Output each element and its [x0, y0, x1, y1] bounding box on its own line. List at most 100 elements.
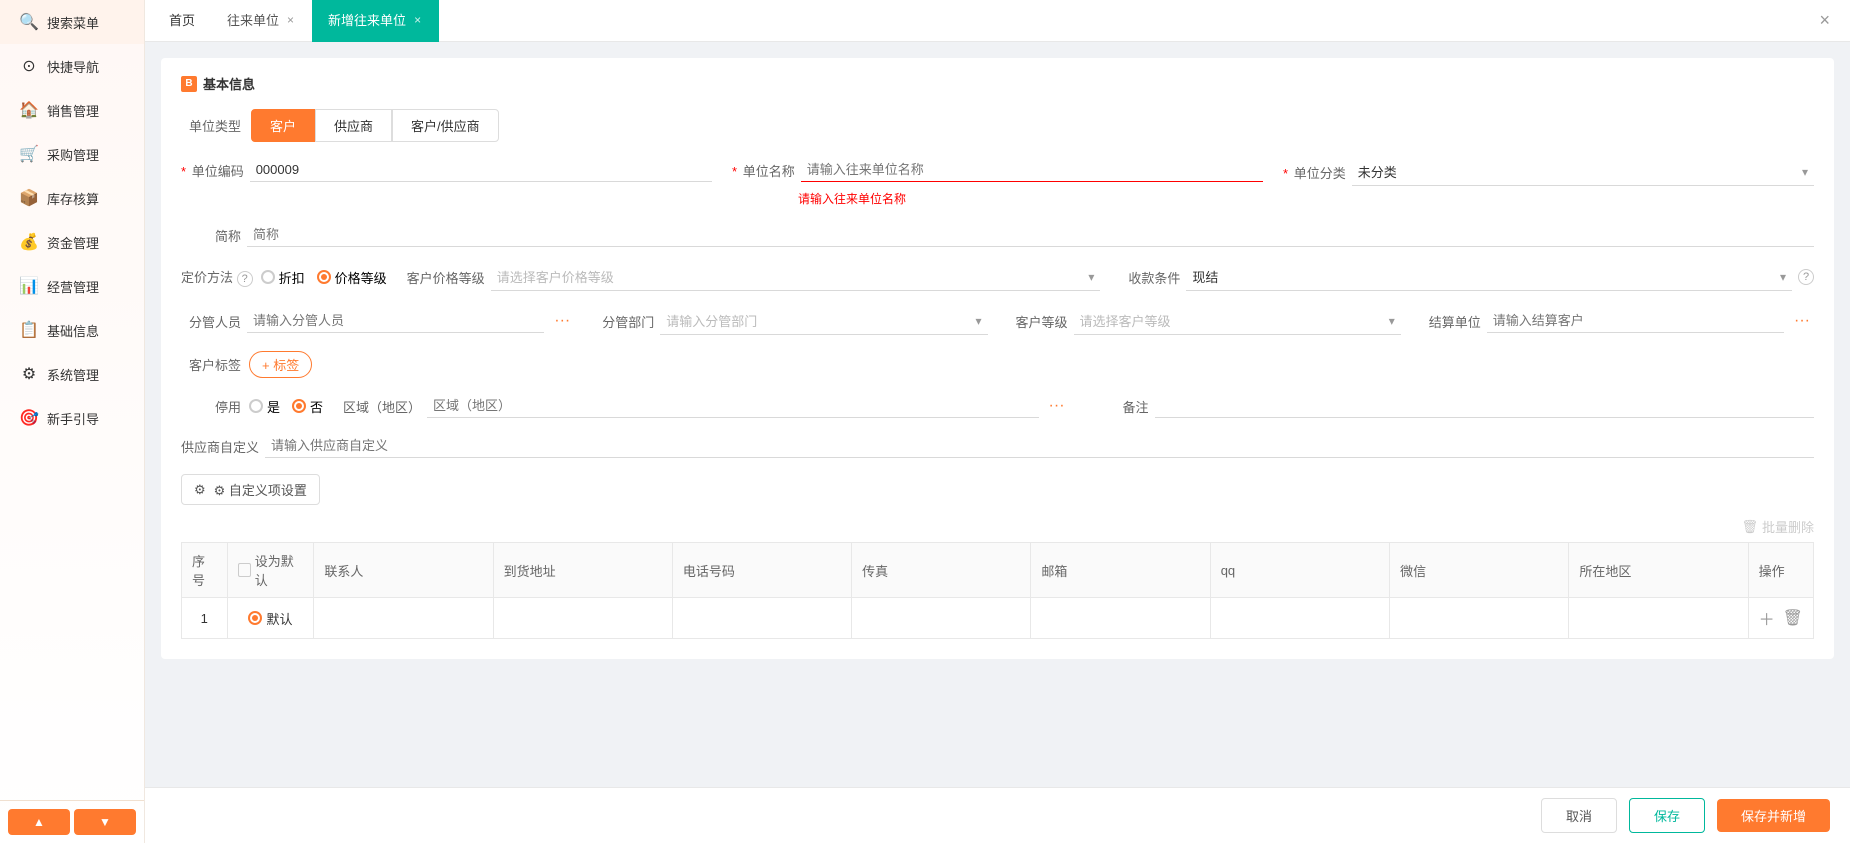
region-input[interactable] [427, 394, 1038, 418]
delete-row-button[interactable]: 🗑 [1783, 608, 1803, 628]
tab-counterparty[interactable]: 往来单位 × [211, 0, 312, 42]
cell-qq[interactable] [1210, 598, 1389, 639]
row-default-radio[interactable]: 默认 [238, 609, 304, 628]
save-button[interactable]: 保存 [1629, 798, 1705, 833]
unit-code-input[interactable] [250, 158, 712, 182]
address-input[interactable] [504, 611, 662, 626]
supplier-custom-input[interactable] [265, 434, 1814, 458]
sidebar-bottom-btn2[interactable]: ▼ [74, 809, 136, 835]
unit-category-label: * 单位分类 [1283, 163, 1346, 182]
tab-close-counterparty[interactable]: × [285, 13, 296, 27]
batch-delete-button[interactable]: 🗑 批量删除 [1741, 517, 1814, 536]
sidebar-item-finance[interactable]: 💰 资金管理 [0, 220, 144, 264]
contact-input[interactable] [324, 611, 482, 626]
sidebar-item-label: 库存核算 [47, 189, 99, 208]
supplier-custom-field: 供应商自定义 [181, 434, 1814, 458]
contact-table-section: 🗑 批量删除 序号 设为默认 [181, 517, 1814, 639]
col-fax: 传真 [852, 543, 1031, 598]
disabled-radio-group: 是 否 [249, 397, 323, 416]
sidebar-item-label: 销售管理 [47, 101, 99, 120]
unit-category-select[interactable]: 未分类 ▾ [1352, 158, 1814, 186]
col-qq: qq [1210, 543, 1389, 598]
pricing-help-icon[interactable]: ? [237, 271, 253, 287]
sidebar-bottom-btn1[interactable]: ▲ [8, 809, 70, 835]
custom-settings-row: ⚙ ⚙ 自定义项设置 [181, 474, 1814, 505]
sidebar-item-sales[interactable]: 🏠 销售管理 [0, 88, 144, 132]
sidebar-item-guide[interactable]: 🎯 新手引导 [0, 396, 144, 440]
cell-wechat[interactable] [1390, 598, 1569, 639]
payment-terms-label: 收款条件 [1120, 268, 1180, 287]
header-checkbox[interactable] [238, 563, 251, 577]
manager-input[interactable] [247, 309, 544, 333]
settlement-unit-input[interactable] [1487, 309, 1784, 333]
add-tag-button[interactable]: + 标签 [249, 351, 312, 378]
sidebar-item-system[interactable]: ⚙ 系统管理 [0, 352, 144, 396]
tab-close-new-counterparty[interactable]: × [412, 13, 423, 27]
remarks-field: 备注 [1089, 394, 1814, 418]
cell-address[interactable] [493, 598, 672, 639]
payment-terms-select[interactable]: 现结 ▾ [1186, 263, 1792, 291]
basic-info-icon: 📋 [19, 320, 39, 340]
disabled-no-radio[interactable]: 否 [292, 397, 323, 416]
sidebar-item-basic-info[interactable]: 📋 基础信息 [0, 308, 144, 352]
cell-email[interactable] [1031, 598, 1210, 639]
qq-input[interactable] [1221, 611, 1379, 626]
remarks-input[interactable] [1155, 394, 1814, 418]
sidebar-item-operations[interactable]: 📊 经营管理 [0, 264, 144, 308]
wechat-input[interactable] [1400, 611, 1558, 626]
cell-region[interactable] [1569, 598, 1748, 639]
sidebar-item-search[interactable]: 🔍 搜索菜单 [0, 0, 144, 44]
supplier-custom-label: 供应商自定义 [181, 437, 259, 456]
unit-type-group: 客户 供应商 客户/供应商 [251, 109, 499, 142]
settlement-more-icon[interactable]: ··· [1790, 312, 1814, 330]
cell-phone[interactable] [672, 598, 851, 639]
tab-home[interactable]: 首页 [153, 0, 211, 42]
footer-bar: 取消 保存 保存并新增 [145, 787, 1850, 843]
payment-help-icon[interactable]: ? [1798, 269, 1814, 285]
sidebar-item-label: 快捷导航 [47, 57, 99, 76]
pricing-method-label: 定价方法 ? [181, 267, 253, 287]
guide-icon: 🎯 [19, 408, 39, 428]
sidebar-item-inventory[interactable]: 📦 库存核算 [0, 176, 144, 220]
department-field: 分管部门 请输入分管部门 ▾ [594, 307, 987, 335]
tab-bar-close-button[interactable]: × [1807, 10, 1842, 31]
region-more-icon[interactable]: ··· [1045, 397, 1069, 415]
department-select[interactable]: 请输入分管部门 ▾ [660, 307, 987, 335]
col-email: 邮箱 [1031, 543, 1210, 598]
unit-name-label: * 单位名称 [732, 161, 795, 180]
operations-icon: 📊 [19, 276, 39, 296]
custom-settings-button[interactable]: ⚙ ⚙ 自定义项设置 [181, 474, 320, 505]
settlement-unit-field: 结算单位 ··· [1421, 309, 1814, 333]
sidebar-item-label: 经营管理 [47, 277, 99, 296]
customer-price-level-select[interactable]: 请选择客户价格等级 ▾ [491, 263, 1101, 291]
pricing-discount-radio[interactable]: 折扣 [261, 268, 305, 287]
search-icon: 🔍 [19, 12, 39, 32]
sidebar-item-quick-nav[interactable]: ⊙ 快捷导航 [0, 44, 144, 88]
customer-level-select[interactable]: 请选择客户等级 ▾ [1074, 307, 1401, 335]
pricing-level-radio[interactable]: 价格等级 [317, 268, 387, 287]
save-and-new-button[interactable]: 保存并新增 [1717, 799, 1830, 832]
sidebar-item-purchase[interactable]: 🛒 采购管理 [0, 132, 144, 176]
sidebar-item-label: 基础信息 [47, 321, 99, 340]
contact-table: 序号 设为默认 联系人 到货地址 电话号码 传真 邮箱 [181, 542, 1814, 639]
unit-type-customer[interactable]: 客户 [251, 109, 315, 142]
cell-fax[interactable] [852, 598, 1031, 639]
unit-type-both[interactable]: 客户/供应商 [392, 109, 499, 142]
table-region-input[interactable] [1579, 611, 1737, 626]
manager-more-icon[interactable]: ··· [550, 312, 574, 330]
unit-type-supplier[interactable]: 供应商 [315, 109, 392, 142]
col-wechat: 微信 [1390, 543, 1569, 598]
disabled-yes-radio[interactable]: 是 [249, 397, 280, 416]
phone-input[interactable] [683, 611, 841, 626]
email-input[interactable] [1041, 611, 1199, 626]
abbr-row: 简称 [181, 223, 1814, 247]
abbr-field: 简称 [181, 223, 1814, 247]
abbr-input[interactable] [247, 223, 1814, 247]
cancel-button[interactable]: 取消 [1541, 798, 1617, 833]
fax-input[interactable] [862, 611, 1020, 626]
unit-name-input[interactable] [801, 158, 1263, 182]
cell-contact[interactable] [314, 598, 493, 639]
tab-new-counterparty[interactable]: 新增往来单位 × [312, 0, 439, 42]
sales-icon: 🏠 [19, 100, 39, 120]
add-row-button[interactable]: ＋ [1759, 606, 1775, 630]
